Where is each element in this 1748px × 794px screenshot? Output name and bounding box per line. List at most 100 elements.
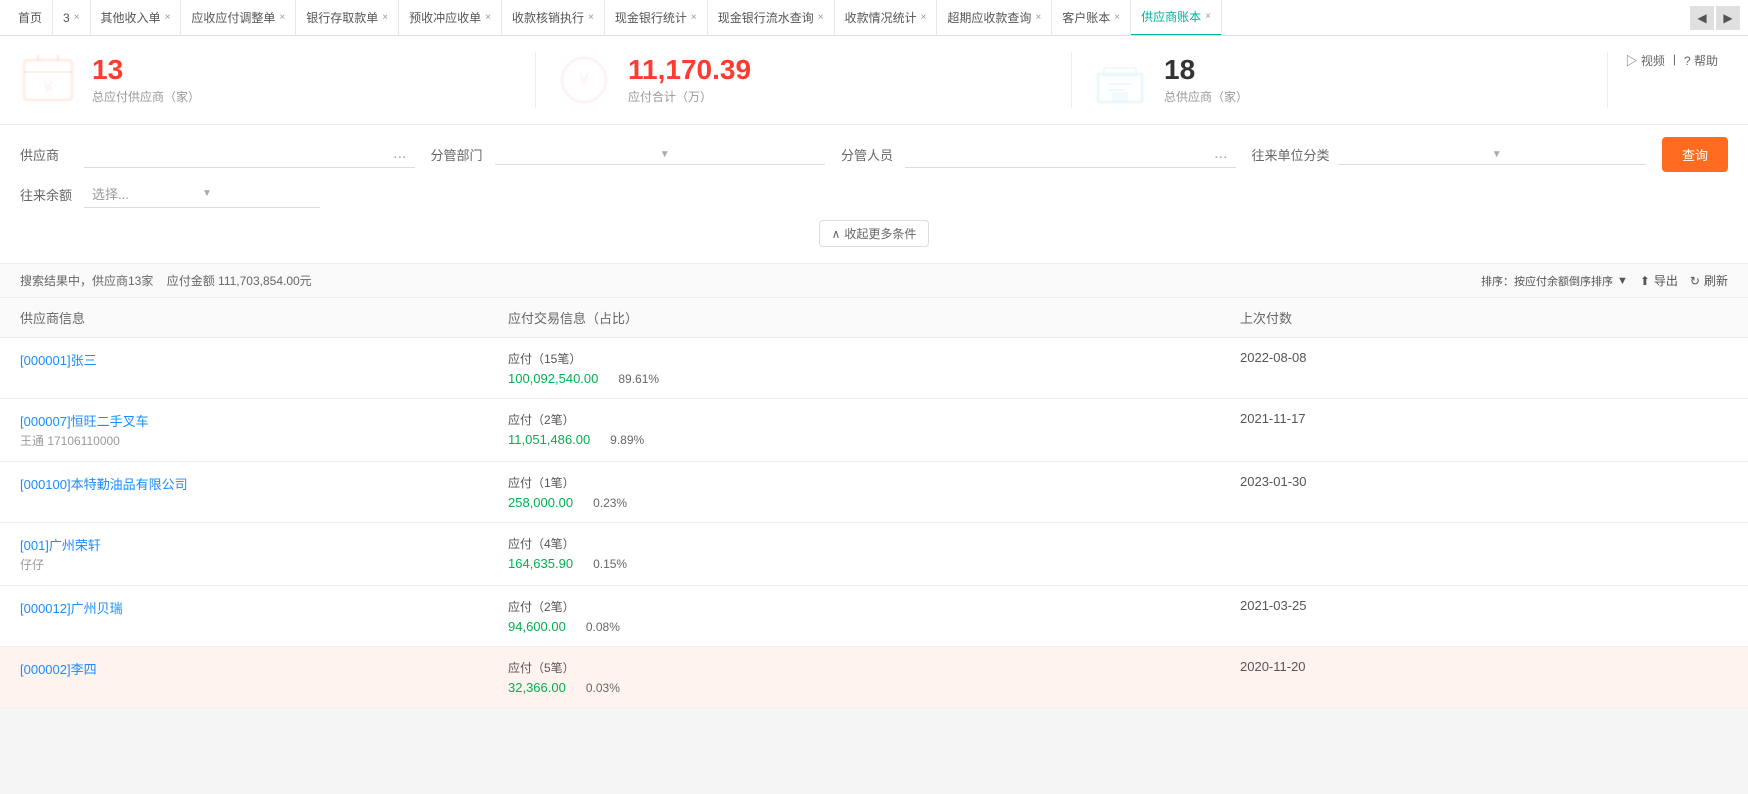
video-link[interactable]: ▷ 视频: [1625, 52, 1664, 69]
last-payment-cell-1: 2021-11-17: [1240, 411, 1728, 426]
tx-row-1: 11,051,486.00 9.89%: [508, 432, 1240, 447]
export-button[interactable]: ⬆ 导出: [1640, 272, 1678, 289]
nav-tab-pre-collection-close[interactable]: ×: [485, 12, 491, 23]
person-input[interactable]: [913, 147, 1214, 162]
tx-row-4: 94,600.00 0.08%: [508, 619, 1240, 634]
nav-tab-customer-book-close[interactable]: ×: [1114, 12, 1120, 23]
supplier-link-2[interactable]: [000100]本特勤油品有限公司: [20, 477, 188, 492]
top-right-links: ▷ 视频 | ? 帮助: [1608, 52, 1728, 108]
transaction-cell-5: 应付（5笔） 32,366.00 0.03%: [508, 659, 1240, 695]
tx-percent-1: 9.89%: [610, 433, 644, 447]
tx-label-2: 应付（1笔）: [508, 474, 1240, 491]
tx-amount-0[interactable]: 100,092,540.00: [508, 371, 598, 386]
nav-tab-other-income-label: 其他收入单: [101, 9, 161, 26]
nav-tab-bank-deposit[interactable]: 银行存取款单 ×: [296, 0, 399, 36]
supplier-link-0[interactable]: [000001]张三: [20, 353, 97, 368]
summary-total-suppliers: 18 总供应商（家）: [1072, 52, 1608, 108]
nav-arrow-right[interactable]: ▶: [1716, 6, 1740, 30]
balance-dropdown[interactable]: 选择... ▼: [84, 180, 320, 208]
nav-tab-3-close[interactable]: ×: [74, 12, 80, 23]
supplier-link-1[interactable]: [000007]恒旺二手叉车: [20, 414, 149, 429]
nav-tab-collection-stat-label: 收款情况统计: [845, 9, 917, 26]
last-pay-date-5: 2020-11-20: [1240, 659, 1306, 674]
total-suppliers-count: 18: [1164, 56, 1248, 84]
supplier-input-container: ...: [84, 141, 415, 168]
video-icon: ▷: [1625, 54, 1637, 68]
filter-row-2: 往来余额 选择... ▼: [20, 180, 1728, 208]
person-dots-icon[interactable]: ...: [1214, 145, 1227, 163]
balance-dropdown-arrow: ▼: [202, 188, 312, 199]
nav-tab-customer-book[interactable]: 客户账本 ×: [1052, 0, 1131, 36]
tx-amount-3[interactable]: 164,635.90: [508, 556, 573, 571]
table-row: [001]广州荣轩 仔仔 应付（4笔） 164,635.90 0.15%: [0, 523, 1748, 586]
table-row: [000001]张三 应付（15笔） 100,092,540.00 89.61%…: [0, 338, 1748, 399]
supplier-sub-1: 王通 17106110000: [20, 432, 508, 449]
nav-tab-other-income[interactable]: 其他收入单 ×: [91, 0, 182, 36]
supplier-cell-3: [001]广州荣轩 仔仔: [20, 535, 508, 573]
nav-tab-ar-ap-adjust[interactable]: 应收应付调整单 ×: [181, 0, 296, 36]
nav-arrow-left[interactable]: ◀: [1690, 6, 1714, 30]
refresh-icon: ↻: [1690, 274, 1700, 288]
tx-label-3: 应付（4笔）: [508, 535, 1240, 552]
nav-tab-overdue-ar[interactable]: 超期应收款查询 ×: [937, 0, 1052, 36]
help-link[interactable]: ? 帮助: [1684, 52, 1718, 69]
supplier-link-4[interactable]: [000012]广州贝瑞: [20, 601, 123, 616]
nav-tab-supplier-book-close[interactable]: ×: [1205, 11, 1211, 22]
category-filter-label: 往来单位分类: [1252, 145, 1330, 164]
nav-tab-collection-stat[interactable]: 收款情况统计 ×: [835, 0, 938, 36]
supplier-link-3[interactable]: [001]广州荣轩: [20, 538, 101, 553]
supplier-input[interactable]: [92, 147, 393, 162]
filter-area: 供应商 ... 分管部门 ▼ 分管人员 ... 往来单位分类: [0, 125, 1748, 264]
nav-tab-collection-stat-close[interactable]: ×: [921, 12, 927, 23]
nav-tab-3[interactable]: 3 ×: [53, 0, 91, 36]
nav-tab-cash-bank-flow[interactable]: 现金银行流水查询 ×: [708, 0, 835, 36]
data-table: 供应商信息 应付交易信息（占比） 上次付数 [000001]张三 应付（15笔）…: [0, 298, 1748, 708]
nav-tab-cash-bank-flow-close[interactable]: ×: [818, 12, 824, 23]
nav-tab-collection-exec-close[interactable]: ×: [588, 12, 594, 23]
payable-suppliers-label: 总应付供应商（家）: [92, 88, 200, 105]
collapse-button[interactable]: ∧ 收起更多条件: [819, 220, 930, 247]
last-pay-date-0: 2022-08-08: [1240, 350, 1307, 365]
tx-amount-5[interactable]: 32,366.00: [508, 680, 566, 695]
tx-percent-0: 89.61%: [618, 372, 659, 386]
nav-tab-other-income-close[interactable]: ×: [165, 12, 171, 23]
nav-tab-cash-bank-flow-label: 现金银行流水查询: [718, 9, 814, 26]
supplier-link-5[interactable]: [000002]李四: [20, 662, 97, 677]
nav-tab-cash-bank-stat[interactable]: 现金银行统计 ×: [605, 0, 708, 36]
nav-tab-ar-ap-adjust-label: 应收应付调整单: [191, 9, 275, 26]
refresh-button[interactable]: ↻ 刷新: [1690, 272, 1728, 289]
transaction-cell-0: 应付（15笔） 100,092,540.00 89.61%: [508, 350, 1240, 386]
last-pay-date-1: 2021-11-17: [1240, 411, 1306, 426]
nav-tab-supplier-book-label: 供应商账本: [1141, 8, 1201, 25]
tx-percent-5: 0.03%: [586, 681, 620, 695]
collapse-icon: ∧: [832, 227, 841, 241]
sort-select[interactable]: 排序：按应付余额倒序排序 ▼: [1481, 273, 1628, 289]
query-button[interactable]: 查询: [1662, 137, 1728, 172]
nav-tab-bank-deposit-close[interactable]: ×: [382, 12, 388, 23]
tx-row-5: 32,366.00 0.03%: [508, 680, 1240, 695]
collapse-label: 收起更多条件: [844, 225, 916, 242]
category-dropdown[interactable]: ▼: [1338, 145, 1646, 165]
nav-tab-overdue-ar-close[interactable]: ×: [1035, 12, 1041, 23]
col-header-supplier: 供应商信息: [20, 308, 508, 327]
nav-tab-home[interactable]: 首页: [8, 0, 53, 36]
svg-text:¥: ¥: [577, 69, 590, 91]
refresh-label: 刷新: [1704, 272, 1728, 289]
nav-tab-collection-exec[interactable]: 收款核销执行 ×: [502, 0, 605, 36]
payable-suppliers-icon: ¥: [20, 52, 76, 108]
supplier-dots-icon[interactable]: ...: [393, 145, 406, 163]
tx-amount-2[interactable]: 258,000.00: [508, 495, 573, 510]
nav-tab-supplier-book[interactable]: 供应商账本 ×: [1131, 0, 1222, 36]
department-dropdown[interactable]: ▼: [495, 145, 826, 165]
export-label: 导出: [1654, 272, 1678, 289]
tx-amount-4[interactable]: 94,600.00: [508, 619, 566, 634]
nav-tab-cash-bank-stat-close[interactable]: ×: [691, 12, 697, 23]
nav-tab-pre-collection[interactable]: 预收冲应收单 ×: [399, 0, 502, 36]
nav-tab-pre-collection-label: 预收冲应收单: [409, 9, 481, 26]
supplier-cell-1: [000007]恒旺二手叉车 王通 17106110000: [20, 411, 508, 449]
filter-balance: 往来余额 选择... ▼: [20, 180, 320, 208]
tx-amount-1[interactable]: 11,051,486.00: [508, 432, 590, 447]
nav-tab-ar-ap-adjust-close[interactable]: ×: [279, 12, 285, 23]
table-row: [000012]广州贝瑞 应付（2笔） 94,600.00 0.08% 2021…: [0, 586, 1748, 647]
transaction-cell-1: 应付（2笔） 11,051,486.00 9.89%: [508, 411, 1240, 447]
